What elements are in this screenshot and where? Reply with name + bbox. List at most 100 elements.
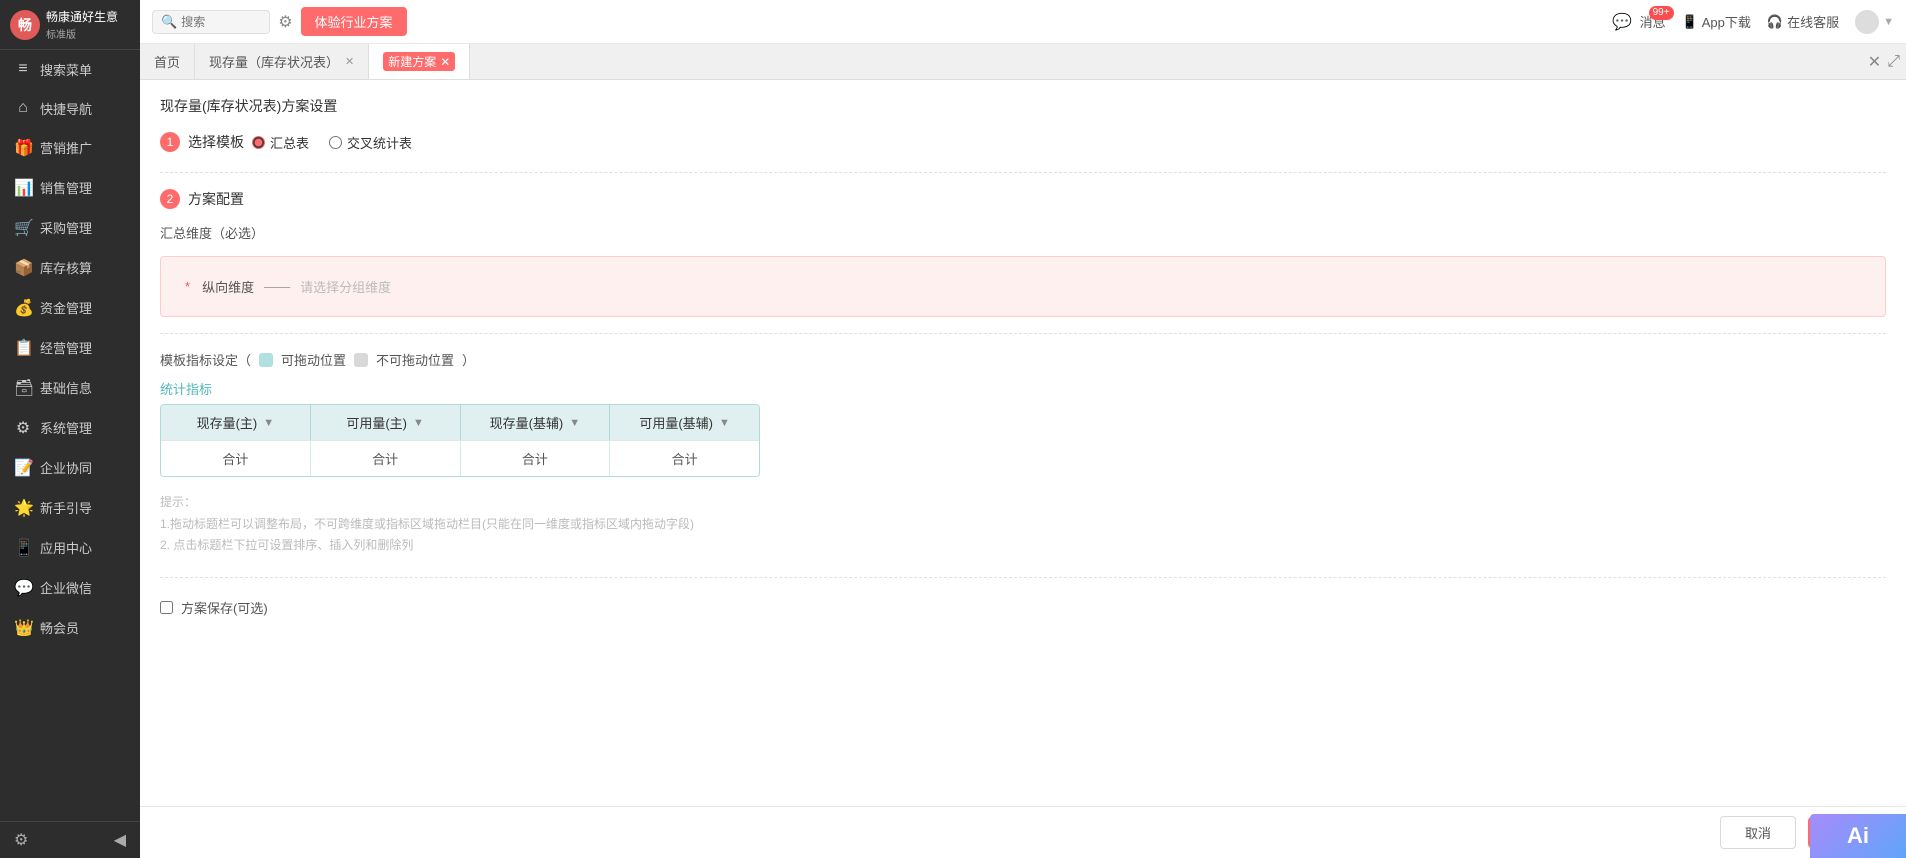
sidebar-label-purchase: 采购管理	[40, 218, 92, 237]
stats-cell-2: 合计	[311, 441, 461, 476]
stats-col-2-chevron[interactable]: ▼	[413, 417, 424, 429]
radio-cross[interactable]: 交叉统计表	[329, 133, 412, 152]
stats-table-row-1: 合计 合计 合计 合计	[161, 440, 759, 476]
tab-home-label: 首页	[154, 52, 180, 71]
radio-summary[interactable]: 汇总表	[252, 133, 309, 152]
stats-col-3-label: 现存量(基辅)	[490, 413, 564, 432]
app-download-label: App下载	[1702, 12, 1751, 31]
enterprise-wechat-icon: 💬	[14, 578, 32, 598]
vertical-dimension-placeholder: 请选择分组维度	[300, 277, 391, 296]
tab-new-plan-badge: 新建方案 ✕	[383, 52, 455, 71]
sidebar-item-enterprise-wechat[interactable]: 💬 企业微信	[0, 568, 140, 608]
template-radio-group: 汇总表 交叉统计表	[252, 133, 412, 152]
vertical-dimension-area: * 纵向维度 —— 请选择分组维度	[160, 256, 1886, 317]
sidebar-item-search-menu[interactable]: ≡ 搜索菜单	[0, 50, 140, 89]
tips-area: 提示： 1.拖动标题栏可以调整布局，不可跨维度或指标区域拖动栏目(只能在同一维度…	[160, 492, 1886, 557]
tab-inventory-status-label: 现存量（库存状况表）	[209, 52, 339, 71]
volume-icon[interactable]: ◀	[114, 830, 126, 850]
radio-cross-input[interactable]	[329, 136, 342, 149]
brand-area: 畅 畅康通好生意 标准版	[0, 0, 140, 50]
sidebar-item-inventory[interactable]: 📦 库存核算	[0, 248, 140, 288]
tabbar: 首页 现存量（库存状况表） ✕ 新建方案 ✕ ✕ ⤢	[140, 44, 1906, 80]
save-checkbox[interactable]	[160, 601, 173, 614]
message-count: 99+	[1649, 6, 1674, 20]
summary-dimension-row: 汇总维度（必选）	[160, 223, 1886, 242]
search-box[interactable]: 🔍	[152, 10, 270, 34]
tab-inventory-status-close[interactable]: ✕	[345, 55, 354, 68]
tab-inventory-status[interactable]: 现存量（库存状况表） ✕	[195, 44, 369, 79]
tab-new-plan-close[interactable]: ✕	[440, 55, 450, 69]
stats-col-1-label: 现存量(主)	[197, 413, 258, 432]
sidebar-item-quick-nav[interactable]: ⌂ 快捷导航	[0, 89, 140, 128]
search-menu-icon: ≡	[14, 60, 32, 78]
sidebar: 畅 畅康通好生意 标准版 ≡ 搜索菜单 ⌂ 快捷导航 🎁 营销推广 📊 销售管理…	[0, 0, 140, 858]
customer-service-area[interactable]: 🎧 在线客服	[1767, 12, 1839, 31]
sidebar-label-sys-manage: 系统管理	[40, 418, 92, 437]
sidebar-item-new-guide[interactable]: 🌟 新手引导	[0, 488, 140, 528]
stats-table-header: 现存量(主) ▼ 可用量(主) ▼ 现存量(基辅) ▼ 可用量(基辅)	[161, 405, 759, 440]
tab-close-btn[interactable]: ✕	[1868, 52, 1881, 72]
indicator-draggable-label: 可拖动位置	[281, 350, 346, 369]
section-config: 2 方案配置 汇总维度（必选） * 纵向维度 —— 请选择分组维度	[160, 189, 1886, 557]
quick-nav-icon: ⌂	[14, 99, 32, 117]
gear-icon[interactable]: ⚙	[278, 12, 292, 32]
message-area[interactable]: 💬 99+ 消息	[1612, 12, 1666, 32]
footer-bar: 取消 查询	[140, 806, 1906, 858]
page-container: 现存量(库存状况表)方案设置 1 选择模板 汇总表 交叉统计表	[140, 80, 1906, 858]
sidebar-label-member: 畅会员	[40, 618, 79, 637]
tips-item2: 2. 点击标题栏下拉可设置排序、插入列和删除列	[160, 538, 413, 552]
content-area: 现存量(库存状况表)方案设置 1 选择模板 汇总表 交叉统计表	[140, 80, 1906, 858]
customer-service-icon: 🎧	[1767, 14, 1783, 30]
search-input[interactable]	[181, 15, 261, 29]
sys-manage-icon: ⚙	[14, 418, 32, 438]
radio-cross-label: 交叉统计表	[347, 133, 412, 152]
operations-icon: 📋	[14, 338, 32, 358]
customer-service-label: 在线客服	[1787, 12, 1839, 31]
sidebar-item-basic-info[interactable]: 🗃 基础信息	[0, 368, 140, 408]
brand-sub: 标准版	[46, 26, 118, 41]
tab-expand-btn[interactable]: ⤢	[1887, 53, 1900, 71]
marketing-icon: 🎁	[14, 138, 32, 158]
sidebar-item-finance[interactable]: 💰 资金管理	[0, 288, 140, 328]
sidebar-item-marketing[interactable]: 🎁 营销推广	[0, 128, 140, 168]
stats-col-1-chevron[interactable]: ▼	[263, 417, 274, 429]
topbar-left: 🔍 ⚙ 体验行业方案	[152, 7, 407, 36]
finance-icon: 💰	[14, 298, 32, 318]
app-download-area[interactable]: 📱 App下载	[1682, 12, 1751, 31]
stats-label: 统计指标	[160, 379, 1886, 398]
indicator-config-label-row: 模板指标设定（ 可拖动位置 不可拖动位置 ）	[160, 350, 1886, 369]
message-icon: 💬	[1612, 14, 1632, 31]
sidebar-label-operations: 经营管理	[40, 338, 92, 357]
stats-col-4-label: 可用量(基辅)	[639, 413, 713, 432]
tab-new-plan[interactable]: 新建方案 ✕	[369, 44, 470, 79]
indicator-config-suffix: ）	[462, 350, 475, 369]
tips-title: 提示：	[160, 495, 196, 509]
avatar	[1855, 10, 1879, 34]
sidebar-label-inventory: 库存核算	[40, 258, 92, 277]
sidebar-item-sales[interactable]: 📊 销售管理	[0, 168, 140, 208]
save-row: 方案保存(可选)	[160, 598, 1886, 617]
ai-badge[interactable]: Ai	[1810, 814, 1906, 858]
sidebar-label-marketing: 营销推广	[40, 138, 92, 157]
sidebar-item-sys-manage[interactable]: ⚙ 系统管理	[0, 408, 140, 448]
topbar: 🔍 ⚙ 体验行业方案 💬 99+ 消息 📱 App下载 🎧 在线客服 ▼	[140, 0, 1906, 44]
sidebar-item-member[interactable]: 👑 畅会员	[0, 608, 140, 648]
stats-cell-3: 合计	[461, 441, 611, 476]
tab-home[interactable]: 首页	[140, 44, 195, 79]
section1-num: 1	[160, 132, 180, 152]
sidebar-label-search-menu: 搜索菜单	[40, 60, 92, 79]
industry-btn[interactable]: 体验行业方案	[301, 7, 407, 36]
sidebar-item-operations[interactable]: 📋 经营管理	[0, 328, 140, 368]
section2-num: 2	[160, 189, 180, 209]
sidebar-item-enterprise[interactable]: 📝 企业协同	[0, 448, 140, 488]
stats-col-3-chevron[interactable]: ▼	[569, 417, 580, 429]
settings-icon[interactable]: ⚙	[14, 830, 28, 850]
sidebar-item-app-center[interactable]: 📱 应用中心	[0, 528, 140, 568]
user-area[interactable]: ▼	[1855, 10, 1894, 34]
stats-col-4-chevron[interactable]: ▼	[719, 417, 730, 429]
main-area: 🔍 ⚙ 体验行业方案 💬 99+ 消息 📱 App下载 🎧 在线客服 ▼	[140, 0, 1906, 858]
cancel-button[interactable]: 取消	[1720, 816, 1796, 849]
summary-dimension-label: 汇总维度（必选）	[160, 223, 264, 242]
radio-summary-input[interactable]	[252, 136, 265, 149]
sidebar-item-purchase[interactable]: 🛒 采购管理	[0, 208, 140, 248]
